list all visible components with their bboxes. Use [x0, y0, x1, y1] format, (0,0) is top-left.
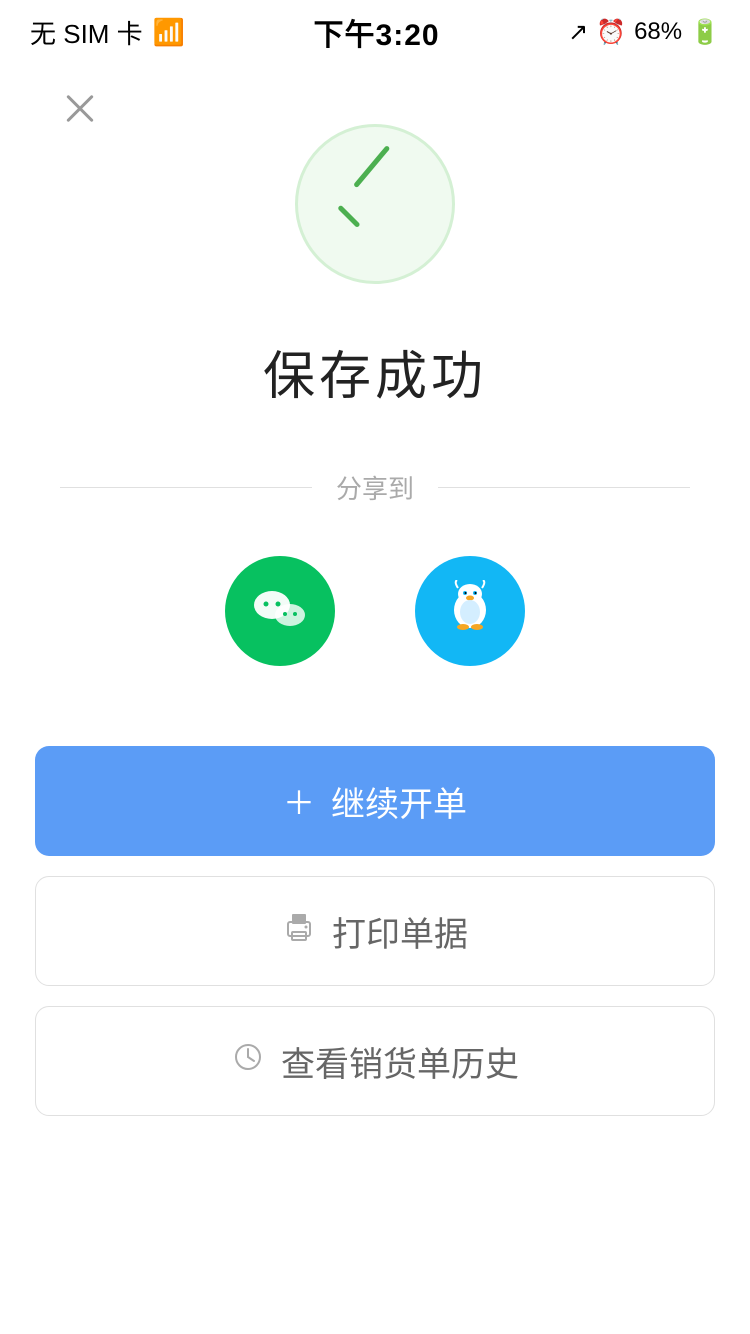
status-left: 无 SIM 卡 📶: [30, 14, 185, 51]
qq-icon: [439, 580, 501, 642]
status-right: ↗ ⏰ 68% 🔋: [568, 18, 720, 47]
print-button[interactable]: 打印单据: [35, 876, 715, 986]
main-content: 保存成功 分享到: [0, 64, 750, 1116]
share-divider: 分享到: [0, 469, 750, 506]
action-buttons: ＋ 继续开单 打印单据: [35, 746, 715, 1116]
wechat-icon: [248, 579, 313, 644]
divider-line-left: [60, 487, 312, 488]
history-label: 查看销货单历史: [281, 1037, 519, 1086]
status-bar: 无 SIM 卡 📶 下午3:20 ↗ ⏰ 68% 🔋: [0, 0, 750, 64]
print-icon: [282, 910, 316, 952]
history-icon: [231, 1040, 265, 1082]
print-label: 打印单据: [332, 907, 468, 956]
location-icon: ↗: [568, 18, 588, 47]
success-icon-circle: [295, 124, 455, 284]
divider-line-right: [438, 487, 690, 488]
wechat-share-button[interactable]: [225, 556, 335, 666]
continue-label: 继续开单: [331, 777, 467, 826]
continue-button[interactable]: ＋ 继续开单: [35, 746, 715, 856]
alarm-icon: ⏰: [596, 18, 626, 47]
battery-icon: 🔋: [690, 18, 720, 47]
share-icons-row: [225, 556, 525, 666]
history-button[interactable]: 查看销货单历史: [35, 1006, 715, 1116]
wifi-icon: 📶: [153, 17, 185, 48]
no-sim-label: 无 SIM 卡: [30, 14, 143, 51]
qq-share-button[interactable]: [415, 556, 525, 666]
success-title: 保存成功: [263, 334, 487, 409]
plus-icon: ＋: [283, 778, 315, 824]
battery-percent: 68%: [634, 18, 682, 46]
status-time: 下午3:20: [314, 10, 440, 54]
checkmark-icon: [335, 174, 415, 234]
share-label: 分享到: [312, 469, 438, 506]
close-button[interactable]: [50, 78, 110, 138]
